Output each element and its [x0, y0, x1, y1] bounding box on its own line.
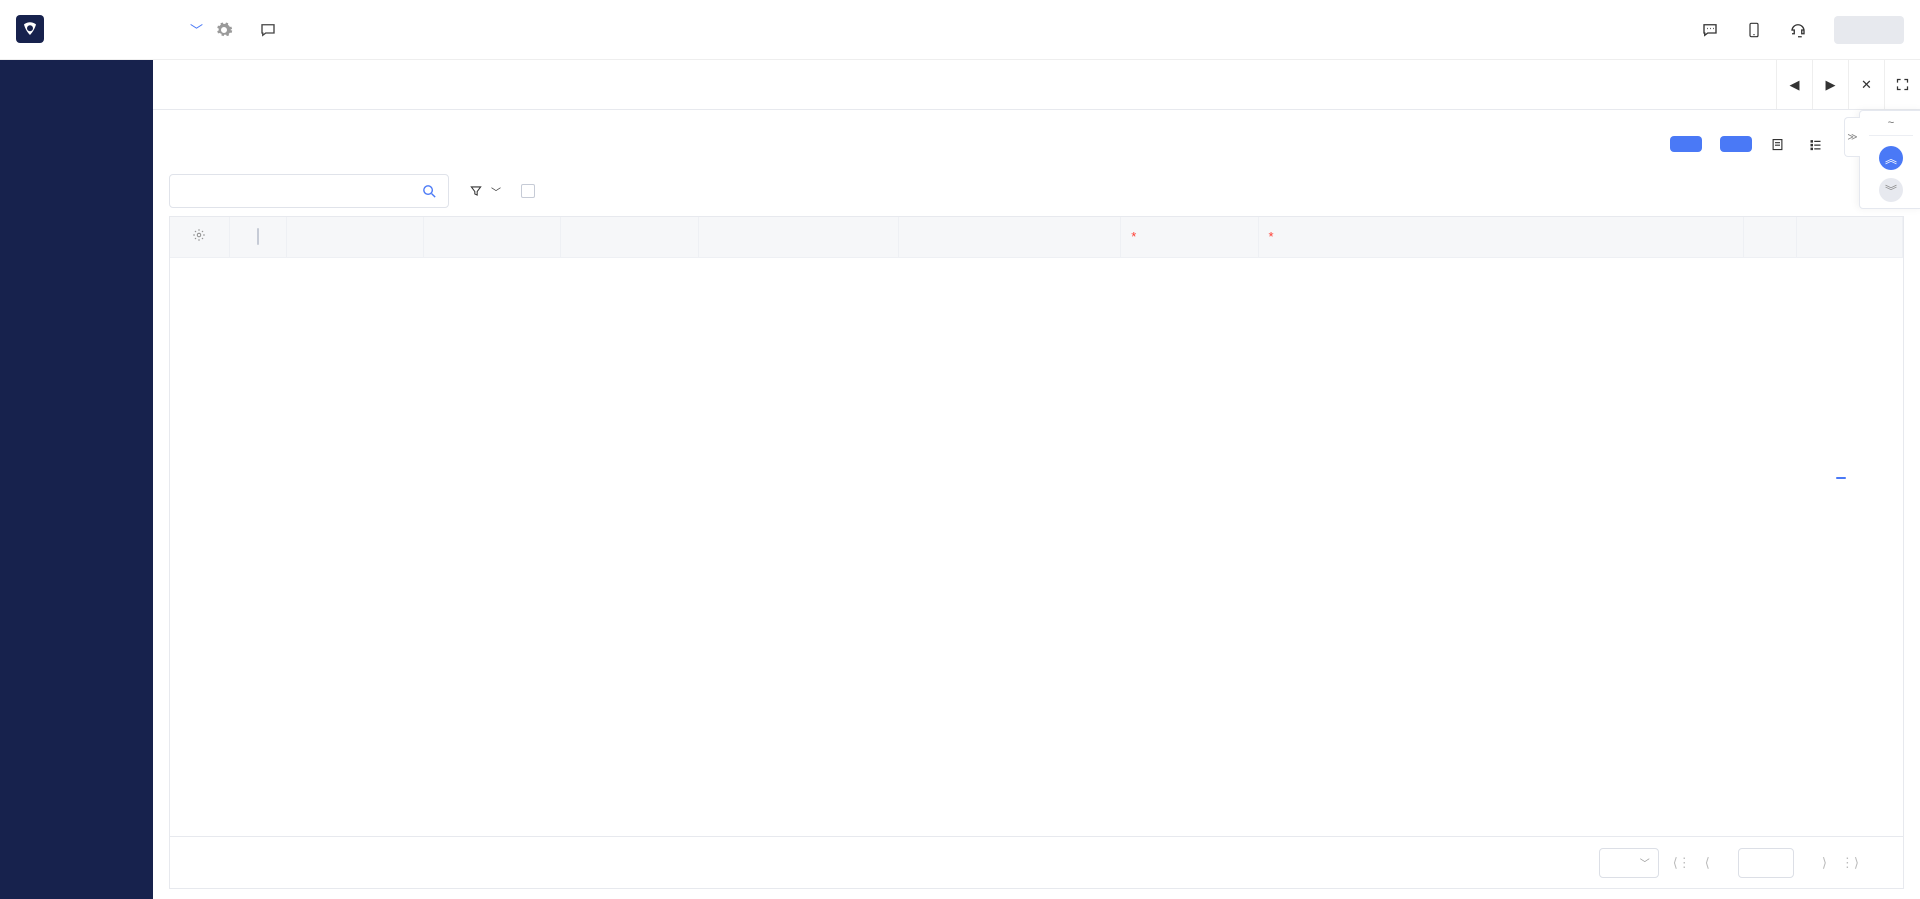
- period-scroll-up-button[interactable]: ︽: [1879, 146, 1903, 170]
- chat-icon: [1701, 21, 1719, 39]
- tenant-select[interactable]: ﹀: [180, 20, 203, 39]
- col-op: [1797, 217, 1903, 257]
- chevron-down-icon: ﹀: [1640, 855, 1650, 870]
- gear-icon[interactable]: [215, 21, 233, 39]
- tenant-block: ﹀: [180, 20, 233, 39]
- pager-last-button[interactable]: ⋮⟩: [1841, 855, 1859, 871]
- fullscreen-button[interactable]: [1884, 60, 1920, 109]
- col-settings[interactable]: [170, 217, 229, 257]
- app-download-button[interactable]: [1746, 21, 1767, 39]
- period-collapse-button[interactable]: ≫: [1844, 117, 1860, 157]
- col-docno: [698, 217, 899, 257]
- show-daily-subtotal-checkbox[interactable]: [521, 184, 541, 198]
- checkbox-icon: [521, 184, 535, 198]
- voucher-icon: [1770, 137, 1785, 152]
- tabs-prev-button[interactable]: ◀: [1776, 60, 1812, 109]
- page-size-select[interactable]: ﹀: [1599, 848, 1659, 878]
- topbar: ﹀: [0, 0, 1920, 60]
- period-rail: ≫ ~ ︽ ︾: [1859, 110, 1920, 209]
- gear-icon: [192, 228, 206, 242]
- tabstrip: ◀ ▶ ✕: [153, 60, 1920, 110]
- import-journal-button[interactable]: [1670, 136, 1702, 152]
- col-select-all[interactable]: [229, 217, 286, 257]
- pager-prev-button[interactable]: ⟨: [1705, 855, 1710, 871]
- avatar[interactable]: [1834, 16, 1904, 44]
- journal-table: ﹀ ⟨⋮ ⟨ ⟩ ⋮⟩: [169, 216, 1904, 889]
- pager: ﹀ ⟨⋮ ⟨ ⟩ ⋮⟩: [170, 836, 1903, 888]
- generate-voucher-button[interactable]: [1770, 137, 1790, 152]
- brand-logo-icon: [16, 15, 44, 43]
- col-fund: [561, 217, 698, 257]
- col-summary: [1258, 217, 1744, 257]
- horizontal-scrollbar[interactable]: [170, 820, 1903, 836]
- search-input[interactable]: [180, 184, 413, 199]
- customer-service-button[interactable]: [1789, 21, 1812, 39]
- more-conditions-button[interactable]: ﹀: [469, 184, 501, 199]
- batch-ops-button[interactable]: [1808, 137, 1828, 152]
- col-bankstmt: [424, 217, 561, 257]
- headset-icon: [1789, 21, 1807, 39]
- messages-button[interactable]: [1701, 21, 1724, 39]
- pager-page-input[interactable]: [1738, 848, 1794, 878]
- mobile-icon: [1746, 21, 1762, 39]
- search-icon[interactable]: [421, 183, 438, 200]
- tabs-next-button[interactable]: ▶: [1812, 60, 1848, 109]
- col-source: [899, 217, 1121, 257]
- filter-icon: [469, 184, 483, 198]
- col-io: [1744, 217, 1797, 257]
- opening-balance-button[interactable]: [1720, 136, 1752, 152]
- batch-icon: [1808, 137, 1823, 152]
- search-box: [169, 174, 449, 208]
- chevron-down-icon: ﹀: [190, 20, 203, 39]
- bubble-icon: [259, 21, 277, 39]
- pager-first-button[interactable]: ⟨⋮: [1673, 855, 1691, 871]
- col-voucher: [286, 217, 423, 257]
- col-date: [1121, 217, 1258, 257]
- pager-next-button[interactable]: ⟩: [1822, 855, 1827, 871]
- checkbox-icon: [257, 228, 259, 245]
- period-year-badge: [1836, 477, 1846, 479]
- brand: [16, 15, 156, 45]
- period-scroll-down-button[interactable]: ︾: [1879, 178, 1903, 202]
- tabs-close-button[interactable]: ✕: [1848, 60, 1884, 109]
- demo-link[interactable]: [259, 21, 283, 39]
- sidebar: [0, 60, 153, 899]
- chevron-down-icon: ﹀: [491, 184, 501, 199]
